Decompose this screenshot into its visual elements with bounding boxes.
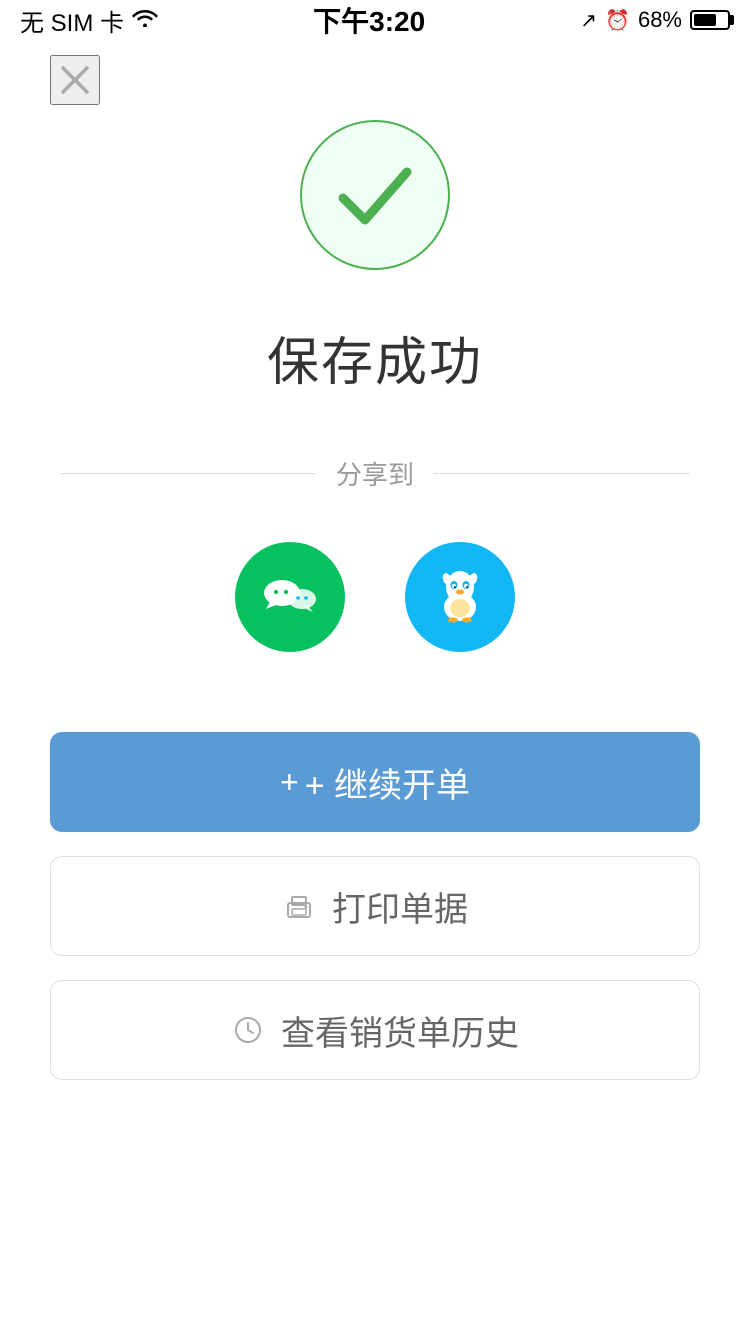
- divider-line-left: [60, 473, 316, 474]
- close-button[interactable]: [50, 55, 100, 105]
- qq-share-button[interactable]: [405, 542, 515, 652]
- battery-text: 68%: [638, 7, 682, 33]
- history-label: 查看销货单历史: [281, 1006, 519, 1055]
- print-button[interactable]: 打印单据: [50, 856, 700, 956]
- checkmark-icon: [335, 160, 415, 230]
- history-icon: [231, 1013, 265, 1047]
- status-right: ↗ ⏰ 68%: [580, 7, 730, 33]
- continue-label: + 继续开单: [305, 758, 470, 807]
- qq-icon: [428, 565, 492, 629]
- close-icon: [59, 64, 91, 96]
- battery-indicator: [690, 10, 730, 30]
- printer-icon: [282, 889, 316, 923]
- alarm-icon: ⏰: [605, 8, 630, 33]
- action-buttons: + + 继续开单 打印单据 查看销货单历: [0, 732, 750, 1080]
- wechat-share-button[interactable]: [235, 542, 345, 652]
- continue-button[interactable]: + + 继续开单: [50, 732, 700, 832]
- success-title: 保存成功: [267, 320, 483, 395]
- print-label: 打印单据: [332, 882, 468, 931]
- status-carrier: 无 SIM 卡: [20, 3, 158, 38]
- history-button[interactable]: 查看销货单历史: [50, 980, 700, 1080]
- share-icons-container: [235, 542, 515, 652]
- share-divider: 分享到: [0, 455, 750, 492]
- divider-line-right: [434, 473, 690, 474]
- main-content: 保存成功 分享到: [0, 40, 750, 1080]
- status-bar: 无 SIM 卡 下午3:20 ↗ ⏰ 68%: [0, 0, 750, 40]
- status-time: 下午3:20: [313, 0, 425, 40]
- wifi-icon: [132, 6, 158, 34]
- share-label: 分享到: [316, 455, 434, 492]
- success-icon-circle: [300, 120, 450, 270]
- plus-icon: +: [280, 764, 299, 801]
- wechat-icon: [258, 565, 322, 629]
- location-icon: ↗: [580, 8, 597, 33]
